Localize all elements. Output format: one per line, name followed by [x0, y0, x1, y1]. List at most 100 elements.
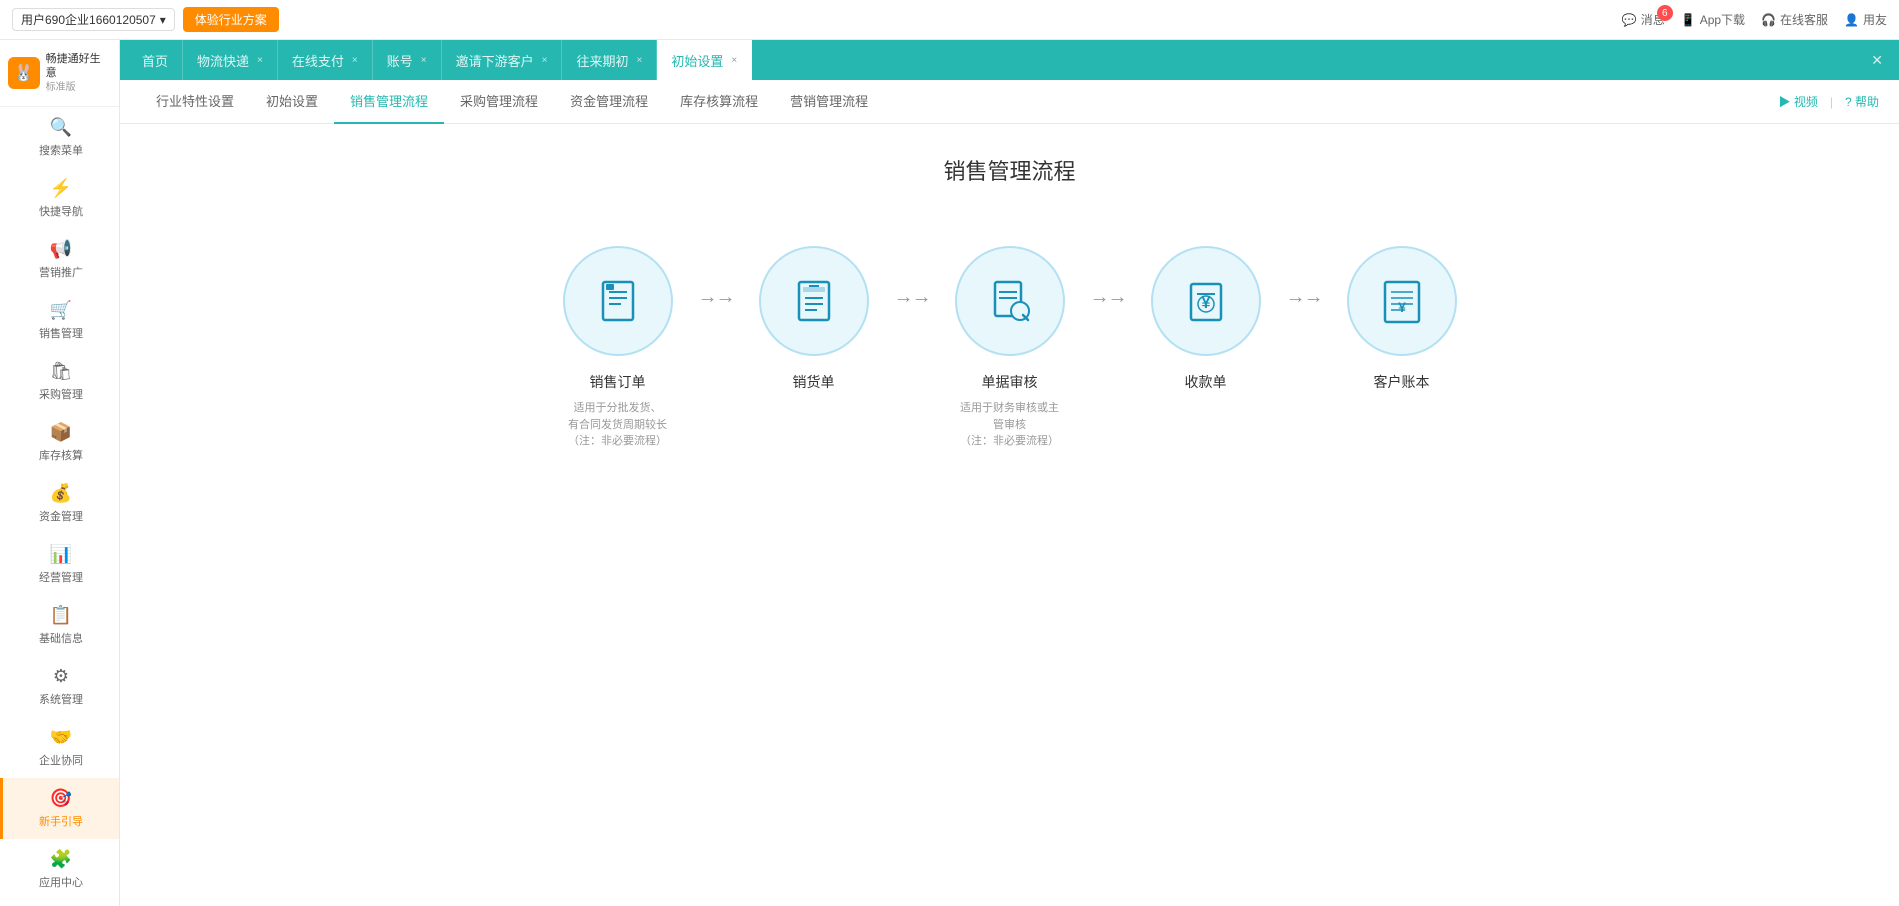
message-button[interactable]: 💬 消息 6 [1622, 11, 1665, 28]
nav-tab-home[interactable]: 首页 [128, 40, 183, 80]
app-download-icon: 📱 [1681, 13, 1696, 27]
sub-tab-marketing-flow[interactable]: 营销管理流程 [774, 80, 884, 124]
trial-button[interactable]: 体验行业方案 [183, 7, 279, 32]
logo-icon: 🐰 [8, 57, 40, 89]
close-all-button[interactable]: ✕ [1863, 52, 1891, 69]
purchase-mgmt-icon: 🛍 [50, 361, 73, 382]
top-bar-left: 用户690企业1660120507 ▾ 体验行业方案 [12, 7, 279, 32]
top-bar: 用户690企业1660120507 ▾ 体验行业方案 💬 消息 6 📱 App下… [0, 0, 1899, 40]
flow-label-doc-review: 单据审核 [982, 372, 1038, 392]
content-area: 首页 物流快递 × 在线支付 × 账号 × 邀请下游客户 × 往来期初 × [120, 40, 1899, 906]
user-label: 用户690企业1660120507 [21, 11, 156, 28]
sidebar-item-search[interactable]: 🔍 搜索菜单 [0, 107, 119, 168]
sidebar-item-finance-mgmt[interactable]: 💰 资金管理 [0, 473, 119, 534]
sub-tabs-bar: 行业特性设置 初始设置 销售管理流程 采购管理流程 资金管理流程 库存核算流程 … [120, 80, 1899, 124]
logo-sub: 标准版 [46, 81, 111, 94]
sidebar-logo: 🐰 畅捷通好生意 标准版 [0, 40, 119, 107]
sidebar-item-inventory[interactable]: 📦 库存核算 [0, 412, 119, 473]
sidebar-item-sales-mgmt[interactable]: 🛒 销售管理 [0, 290, 119, 351]
user-selector[interactable]: 用户690企业1660120507 ▾ [12, 8, 175, 31]
app-download-button[interactable]: 📱 App下载 [1681, 11, 1745, 28]
sub-tab-industry-settings-label: 行业特性设置 [156, 91, 234, 110]
nav-tab-past-init-label: 往来期初 [576, 51, 628, 70]
flow-arrow-4: →→ [1286, 246, 1322, 309]
sub-tab-sales-flow[interactable]: 销售管理流程 [334, 80, 444, 124]
sidebar-item-marketing-promo[interactable]: 📢 营销推广 [0, 229, 119, 290]
receipt-icon: ¥ [1181, 276, 1231, 326]
video-link[interactable]: ▶ 视频 [1778, 93, 1817, 110]
nav-tab-account-label: 账号 [387, 51, 413, 70]
sidebar-item-label: 经营管理 [39, 569, 83, 585]
flow-circle-receipt[interactable]: ¥ [1151, 246, 1261, 356]
inventory-icon: 📦 [50, 422, 72, 443]
marketing-promo-icon: 📢 [50, 239, 72, 260]
nav-tab-past-init[interactable]: 往来期初 × [562, 40, 657, 80]
flow-circle-sales-order[interactable] [563, 246, 673, 356]
nav-tab-initial-setup[interactable]: 初始设置 × [657, 40, 752, 80]
sidebar-item-app-center[interactable]: 🧩 应用中心 [0, 839, 119, 900]
nav-tab-account[interactable]: 账号 × [373, 40, 442, 80]
finance-mgmt-icon: 💰 [50, 483, 72, 504]
flow-label-customer-ledger: 客户账本 [1374, 372, 1430, 392]
quick-nav-icon: ⚡ [50, 178, 72, 199]
sidebar-item-basic-info[interactable]: 📋 基础信息 [0, 595, 119, 656]
sidebar-item-label: 营销推广 [39, 264, 83, 280]
sidebar-item-ops-mgmt[interactable]: 📊 经营管理 [0, 534, 119, 595]
flow-circle-doc-review[interactable] [955, 246, 1065, 356]
flow-desc-doc-review: 适用于财务审核或主管审核（注：非必要流程） [960, 400, 1059, 450]
sub-tab-purchase-flow-label: 采购管理流程 [460, 91, 538, 110]
flow-item-sales-invoice: 销货单 [734, 246, 894, 400]
flow-circle-sales-invoice[interactable] [759, 246, 869, 356]
newbie-guide-icon: 🎯 [50, 788, 72, 809]
sidebar-item-label: 资金管理 [39, 508, 83, 524]
nav-tab-initial-setup-label: 初始设置 [671, 51, 723, 70]
close-icon[interactable]: × [257, 55, 263, 66]
logo-text: 畅捷通好生意 标准版 [46, 52, 111, 94]
sub-tab-initial-settings-label: 初始设置 [266, 91, 318, 110]
nav-tab-invite-downstream-label: 邀请下游客户 [456, 51, 534, 70]
main-layout: 🐰 畅捷通好生意 标准版 🔍 搜索菜单 ⚡ 快捷导航 📢 营销推广 🛒 销售管理… [0, 40, 1899, 906]
close-icon[interactable]: × [421, 55, 427, 66]
sidebar-item-system-mgmt[interactable]: ⚙ 系统管理 [0, 656, 119, 717]
help-link[interactable]: ? 帮助 [1845, 93, 1879, 110]
flow-diagram: 销售订单 适用于分批发货、有合同发货周期较长（注：非必要流程） →→ [160, 246, 1859, 450]
nav-tab-logistics[interactable]: 物流快递 × [183, 40, 278, 80]
sub-tab-finance-flow[interactable]: 资金管理流程 [554, 80, 664, 124]
sidebar-item-newbie-guide[interactable]: 🎯 新手引导 [0, 778, 119, 839]
sidebar-item-label: 采购管理 [39, 386, 83, 402]
close-icon[interactable]: × [731, 55, 737, 66]
sidebar-item-quick-nav[interactable]: ⚡ 快捷导航 [0, 168, 119, 229]
close-icon[interactable]: × [352, 55, 358, 66]
sidebar-item-label: 搜索菜单 [39, 142, 83, 158]
sub-tab-inventory-flow[interactable]: 库存核算流程 [664, 80, 774, 124]
flow-item-doc-review: 单据审核 适用于财务审核或主管审核（注：非必要流程） [930, 246, 1090, 450]
close-icon[interactable]: × [636, 55, 642, 66]
svg-text:¥: ¥ [1398, 299, 1406, 315]
flow-item-receipt: ¥ 收款单 [1126, 246, 1286, 400]
sidebar-item-label: 应用中心 [39, 874, 83, 890]
headset-icon: 🎧 [1761, 13, 1776, 27]
customer-ledger-icon: ¥ [1377, 276, 1427, 326]
ops-mgmt-icon: 📊 [50, 544, 72, 565]
sidebar-item-label: 基础信息 [39, 630, 83, 646]
sidebar-item-purchase-mgmt[interactable]: 🛍 采购管理 [0, 351, 119, 412]
nav-tab-online-pay-label: 在线支付 [292, 51, 344, 70]
page-content: 销售管理流程 销售订单 适用于分批发货、有合同 [120, 124, 1899, 906]
close-icon[interactable]: × [542, 55, 548, 66]
nav-tab-invite-downstream[interactable]: 邀请下游客户 × [442, 40, 563, 80]
sub-tab-purchase-flow[interactable]: 采购管理流程 [444, 80, 554, 124]
flow-desc-sales-order: 适用于分批发货、有合同发货周期较长（注：非必要流程） [568, 400, 667, 450]
sales-mgmt-icon: 🛒 [50, 300, 72, 321]
sidebar-item-label: 库存核算 [39, 447, 83, 463]
sidebar-item-enterprise-coop[interactable]: 🤝 企业协同 [0, 717, 119, 778]
nav-tab-online-pay[interactable]: 在线支付 × [278, 40, 373, 80]
online-service-button[interactable]: 🎧 在线客服 [1761, 11, 1828, 28]
sub-tab-initial-settings[interactable]: 初始设置 [250, 80, 334, 124]
nav-tabs-bar: 首页 物流快递 × 在线支付 × 账号 × 邀请下游客户 × 往来期初 × [120, 40, 1899, 80]
user-button[interactable]: 👤 用友 [1844, 11, 1887, 28]
flow-circle-customer-ledger[interactable]: ¥ [1347, 246, 1457, 356]
flow-arrow-1: →→ [698, 246, 734, 309]
sidebar-item-enterprise-wechat[interactable]: 💬 企业微信 [0, 900, 119, 906]
app-center-icon: 🧩 [50, 849, 72, 870]
sub-tab-industry-settings[interactable]: 行业特性设置 [140, 80, 250, 124]
